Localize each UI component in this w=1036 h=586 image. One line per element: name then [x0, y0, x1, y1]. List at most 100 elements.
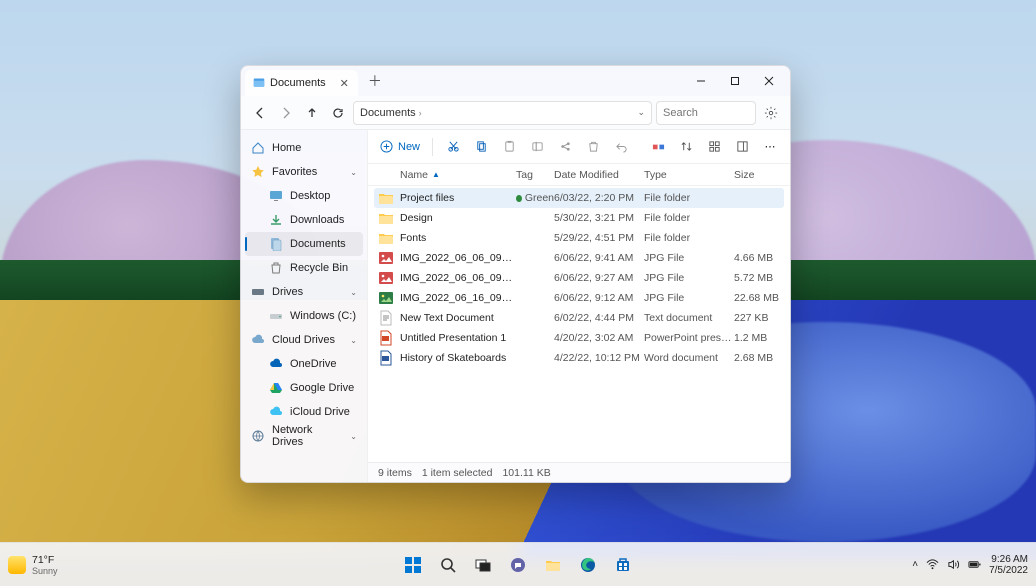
window-tab[interactable]: Documents ✕ [245, 70, 358, 96]
column-headers: Name▲ Tag Date Modified Type Size [368, 164, 790, 186]
file-row[interactable]: History of Skateboards4/22/22, 10:12 PMW… [374, 348, 784, 368]
documents-icon [253, 77, 265, 89]
tags-button[interactable] [646, 135, 670, 159]
file-name: IMG_2022_06_06_09_41 [400, 252, 516, 264]
taskbar-clock[interactable]: 9:26 AM 7/5/2022 [989, 554, 1028, 576]
volume-icon[interactable] [947, 558, 960, 571]
close-button[interactable] [752, 67, 786, 95]
sidebar-item-onedrive[interactable]: OneDrive [245, 352, 363, 376]
network-icon [251, 429, 265, 443]
file-row[interactable]: New Text Document6/02/22, 4:44 PMText do… [374, 308, 784, 328]
new-tab-button[interactable]: ＋ [362, 68, 388, 94]
file-size: 1.2 MB [734, 332, 782, 344]
sidebar-item-network[interactable]: Network Drives⌄ [245, 424, 363, 448]
taskview-button[interactable] [468, 550, 498, 580]
column-type[interactable]: Type [644, 169, 734, 181]
undo-button[interactable] [609, 135, 633, 159]
sidebar-item-recycle[interactable]: Recycle Bin [245, 256, 363, 280]
column-size[interactable]: Size [734, 169, 782, 181]
file-type: PowerPoint presentation [644, 332, 734, 344]
file-size: 2.68 MB [734, 352, 782, 364]
view-button[interactable] [702, 135, 726, 159]
tray-chevron-icon[interactable]: ˄ [912, 559, 918, 570]
sort-button[interactable] [674, 135, 698, 159]
sidebar-item-gdrive[interactable]: Google Drive [245, 376, 363, 400]
taskbar-weather[interactable]: 71°F Sunny [0, 554, 58, 576]
chevron-right-icon[interactable]: › [419, 108, 422, 118]
share-button[interactable] [553, 135, 577, 159]
chevron-down-icon[interactable]: ⌄ [350, 288, 357, 297]
breadcrumb-item[interactable]: Documents [360, 107, 416, 119]
status-selected: 1 item selected [422, 467, 493, 479]
image-icon [378, 250, 394, 266]
address-bar: Documents › ⌄ [241, 96, 790, 130]
image-icon [378, 270, 394, 286]
chevron-down-icon[interactable]: ⌄ [350, 168, 357, 177]
tab-close-icon[interactable]: ✕ [337, 77, 352, 90]
rename-button[interactable] [525, 135, 549, 159]
file-list[interactable]: Project filesGreen6/03/22, 2:20 PMFile f… [368, 186, 790, 462]
cut-button[interactable] [441, 135, 465, 159]
home-icon [251, 141, 265, 155]
up-button[interactable] [301, 99, 323, 127]
forward-button[interactable] [275, 99, 297, 127]
sidebar-item-favorites[interactable]: Favorites⌄ [245, 160, 363, 184]
more-button[interactable]: ⋯ [758, 135, 782, 159]
file-row[interactable]: Design5/30/22, 3:21 PMFile folder [374, 208, 784, 228]
taskbar-chat-button[interactable] [503, 550, 533, 580]
sidebar-item-drives[interactable]: Drives⌄ [245, 280, 363, 304]
chevron-down-icon[interactable]: ⌄ [350, 432, 357, 441]
column-name[interactable]: Name▲ [376, 169, 516, 181]
file-type: JPG File [644, 292, 734, 304]
new-button[interactable]: New [376, 135, 424, 159]
file-row[interactable]: IMG_2022_06_06_09_416/06/22, 9:41 AMJPG … [374, 248, 784, 268]
copy-button[interactable] [469, 135, 493, 159]
drive-icon [251, 285, 265, 299]
titlebar[interactable]: Documents ✕ ＋ [241, 66, 790, 96]
file-date: 6/06/22, 9:41 AM [554, 252, 644, 264]
taskbar-store-button[interactable] [608, 550, 638, 580]
delete-button[interactable] [581, 135, 605, 159]
taskbar-edge-button[interactable] [573, 550, 603, 580]
wifi-icon[interactable] [926, 558, 939, 571]
file-row[interactable]: IMG_2022_06_16_09_126/06/22, 9:12 AMJPG … [374, 288, 784, 308]
sidebar-item-desktop[interactable]: Desktop [245, 184, 363, 208]
settings-button[interactable] [760, 102, 782, 124]
breadcrumb[interactable]: Documents › ⌄ [353, 101, 652, 125]
sidebar-item-downloads[interactable]: Downloads [245, 208, 363, 232]
icloud-icon [269, 405, 283, 419]
breadcrumb-dropdown-icon[interactable]: ⌄ [637, 107, 645, 118]
paste-button[interactable] [497, 135, 521, 159]
word-icon [378, 350, 394, 366]
sidebar-item-documents[interactable]: Documents [245, 232, 363, 256]
weather-temp: 71°F [32, 554, 58, 566]
sidebar-item-windows-c[interactable]: Windows (C:) [245, 304, 363, 328]
taskbar-explorer-button[interactable] [538, 550, 568, 580]
gdrive-icon [269, 381, 283, 395]
folder-icon [378, 190, 394, 206]
search-box[interactable] [656, 101, 756, 125]
sidebar-item-icloud[interactable]: iCloud Drive [245, 400, 363, 424]
battery-icon[interactable] [968, 558, 981, 571]
file-row[interactable]: Untitled Presentation 14/20/22, 3:02 AMP… [374, 328, 784, 348]
sidebar-item-cloud[interactable]: Cloud Drives⌄ [245, 328, 363, 352]
file-row[interactable]: Fonts5/29/22, 4:51 PMFile folder [374, 228, 784, 248]
system-tray[interactable]: ˄ 9:26 AM 7/5/2022 [912, 554, 1036, 576]
file-row[interactable]: Project filesGreen6/03/22, 2:20 PMFile f… [374, 188, 784, 208]
sidebar-item-home[interactable]: Home [245, 136, 363, 160]
file-size: 5.72 MB [734, 272, 782, 284]
minimize-button[interactable] [684, 67, 718, 95]
refresh-button[interactable] [327, 99, 349, 127]
start-button[interactable] [398, 550, 428, 580]
taskbar-search-button[interactable] [433, 550, 463, 580]
column-tag[interactable]: Tag [516, 169, 554, 181]
column-date[interactable]: Date Modified [554, 169, 644, 181]
tab-title: Documents [270, 77, 326, 89]
taskbar[interactable]: 71°F Sunny ˄ 9:26 AM 7/5/2022 [0, 542, 1036, 586]
back-button[interactable] [249, 99, 271, 127]
details-pane-button[interactable] [730, 135, 754, 159]
chevron-down-icon[interactable]: ⌄ [350, 336, 357, 345]
cloud-icon [251, 333, 265, 347]
file-row[interactable]: IMG_2022_06_06_09_276/06/22, 9:27 AMJPG … [374, 268, 784, 288]
maximize-button[interactable] [718, 67, 752, 95]
